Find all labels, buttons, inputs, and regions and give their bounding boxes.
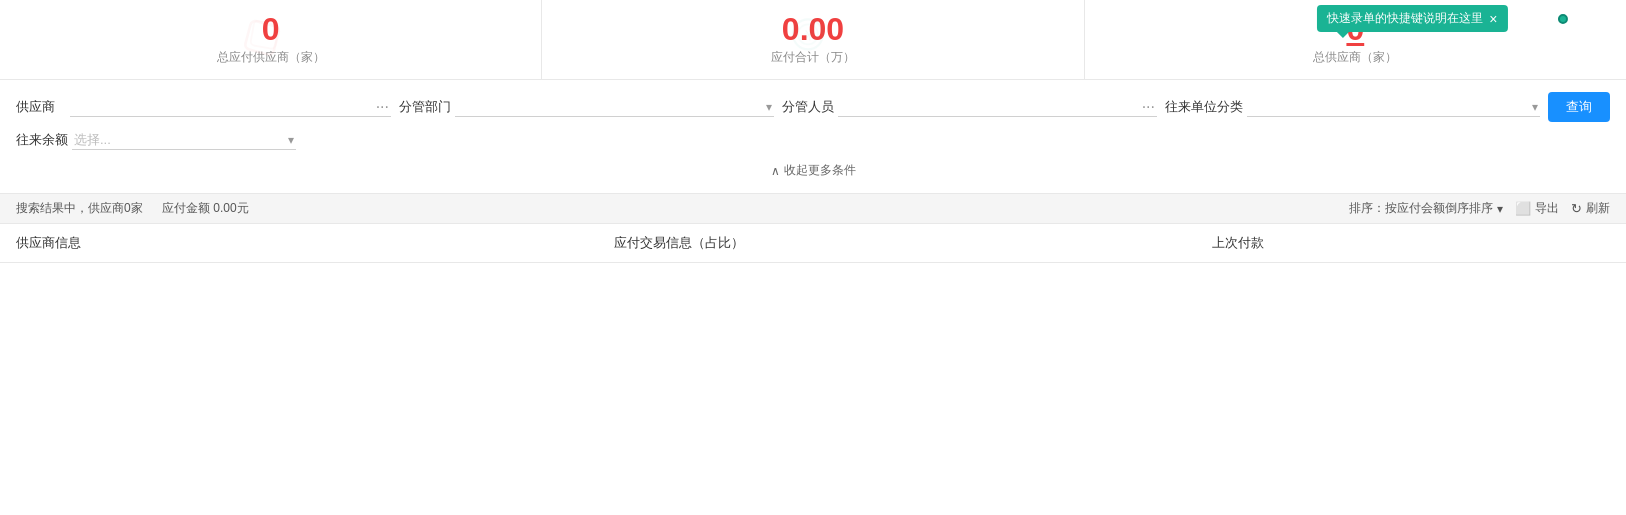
supplier-label: 供应商 <box>16 98 66 116</box>
export-button[interactable]: ⬜ 导出 <box>1515 200 1559 217</box>
table-header: 供应商信息 应付交易信息（占比） 上次付款 <box>0 224 1626 263</box>
supplier-dots-icon[interactable]: ··· <box>376 98 389 116</box>
filter-row-1: 供应商 ··· 分管部门 ▾ 分管人员 ··· <box>16 92 1610 122</box>
filter-row-2: 往来余额 ▾ 选择... <box>16 130 1610 150</box>
manager-input[interactable] <box>838 97 1157 117</box>
stat-payable-total: 米 0.00 应付合计（万） <box>542 0 1084 79</box>
refresh-label: 刷新 <box>1586 200 1610 217</box>
export-label: 导出 <box>1535 200 1559 217</box>
balance-label: 往来余额 <box>16 131 68 149</box>
tooltip-bubble[interactable]: 快速录单的快捷键说明在这里 × <box>1317 5 1507 32</box>
stats-bar: 0 总应付供应商（家） 米 0.00 应付合计（万） 快速录单的快捷键说明在这里… <box>0 0 1626 80</box>
col-payment-header: 上次付款 <box>1212 234 1611 252</box>
col-transaction-header: 应付交易信息（占比） <box>614 234 1212 252</box>
diamond-icon <box>241 13 291 66</box>
refresh-button[interactable]: ↻ 刷新 <box>1571 200 1610 217</box>
manager-field: 分管人员 ··· <box>782 97 1157 117</box>
department-label: 分管部门 <box>399 98 451 116</box>
tooltip-close[interactable]: × <box>1489 12 1497 26</box>
balance-select-wrap: ▾ 选择... <box>72 130 296 150</box>
unit-class-chevron-icon: ▾ <box>1532 100 1538 114</box>
balance-select[interactable] <box>72 130 296 150</box>
result-actions: 排序：按应付会额倒序排序 ▾ ⬜ 导出 ↻ 刷新 <box>1349 200 1610 217</box>
unit-class-select[interactable] <box>1247 97 1540 117</box>
collapse-button[interactable]: ∧ 收起更多条件 <box>771 162 856 179</box>
collapse-label: 收起更多条件 <box>784 162 856 179</box>
collapse-icon: ∧ <box>771 164 780 178</box>
col-supplier-header: 供应商信息 <box>16 234 614 252</box>
total-suppliers-label: 总供应商（家） <box>1313 49 1397 66</box>
department-select-wrap: ▾ <box>455 97 774 117</box>
unit-class-select-wrap: ▾ <box>1247 97 1540 117</box>
stat-total-suppliers: 快速录单的快捷键说明在这里 × 0 总供应商（家） <box>1085 0 1626 79</box>
balance-field: 往来余额 ▾ 选择... <box>16 130 296 150</box>
department-select[interactable] <box>455 97 774 117</box>
svg-text:米: 米 <box>804 27 816 40</box>
result-bar: 搜索结果中，供应商0家 应付金额 0.00元 排序：按应付会额倒序排序 ▾ ⬜ … <box>0 194 1626 224</box>
manager-dots-icon[interactable]: ··· <box>1142 98 1155 116</box>
supplier-input[interactable] <box>70 97 391 117</box>
balance-chevron-icon: ▾ <box>288 133 294 147</box>
filter-area: 供应商 ··· 分管部门 ▾ 分管人员 ··· <box>0 80 1626 194</box>
coin-icon: 米 <box>783 13 833 66</box>
unit-class-field: 往来单位分类 ▾ <box>1165 97 1540 117</box>
supplier-field: 供应商 ··· <box>16 97 391 117</box>
department-field: 分管部门 ▾ <box>399 97 774 117</box>
refresh-icon: ↻ <box>1571 201 1582 216</box>
manager-label: 分管人员 <box>782 98 834 116</box>
table-body <box>0 263 1626 515</box>
department-chevron-icon: ▾ <box>766 100 772 114</box>
search-info: 搜索结果中，供应商0家 <box>16 201 143 215</box>
unit-class-label: 往来单位分类 <box>1165 98 1243 116</box>
collapse-bar: ∧ 收起更多条件 <box>16 158 1610 187</box>
export-icon: ⬜ <box>1515 201 1531 216</box>
query-button[interactable]: 查询 <box>1548 92 1610 122</box>
supplier-input-wrap: ··· <box>70 97 391 117</box>
manager-input-wrap: ··· <box>838 97 1157 117</box>
tooltip-text: 快速录单的快捷键说明在这里 <box>1327 10 1483 27</box>
sort-chevron-icon: ▾ <box>1497 202 1503 216</box>
result-info: 搜索结果中，供应商0家 应付金额 0.00元 <box>16 200 249 217</box>
sort-select[interactable]: 排序：按应付会额倒序排序 ▾ <box>1349 200 1503 217</box>
sort-label: 排序：按应付会额倒序排序 <box>1349 200 1493 217</box>
tooltip-dot <box>1557 14 1567 24</box>
svg-rect-0 <box>244 19 280 55</box>
amount-info: 应付金额 0.00元 <box>162 201 249 215</box>
stat-total-payable: 0 总应付供应商（家） <box>0 0 542 79</box>
